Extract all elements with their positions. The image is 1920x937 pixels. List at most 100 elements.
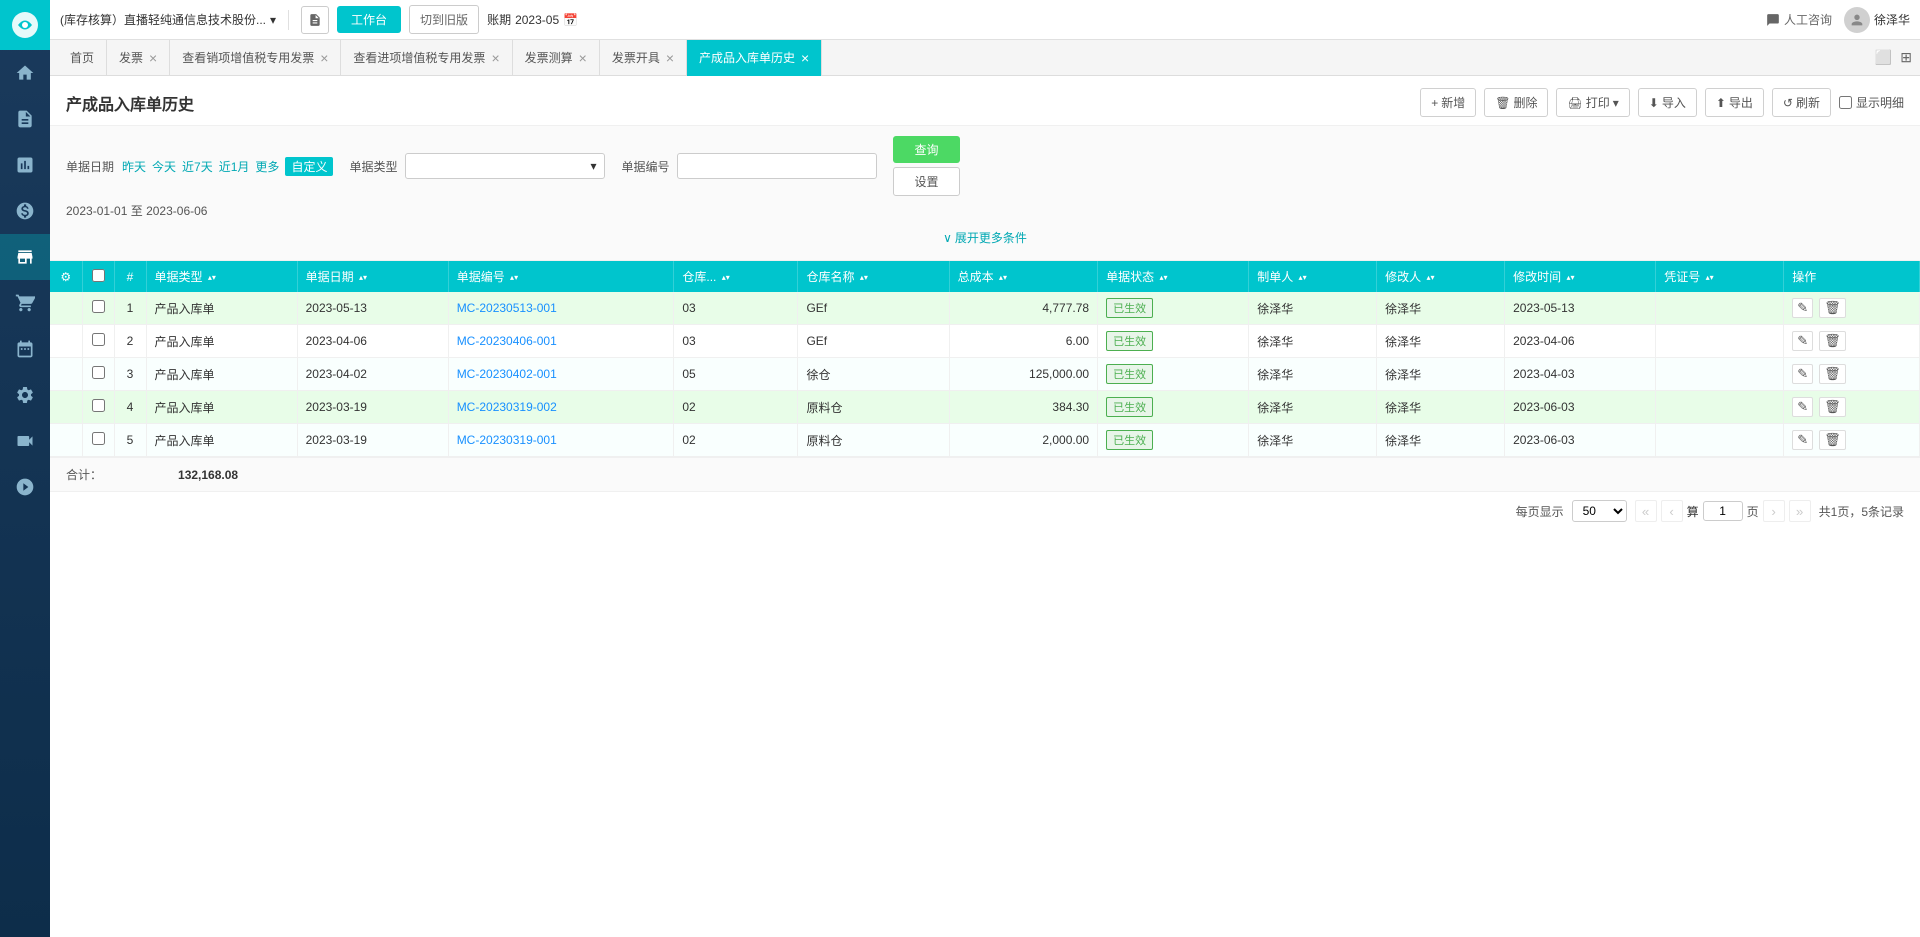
row-edit-button[interactable]: ✎ <box>1792 397 1813 417</box>
query-button[interactable]: 查询 <box>893 136 959 163</box>
sort-date-icon[interactable]: ▴▾ <box>359 274 367 282</box>
next-page-button[interactable]: › <box>1763 500 1785 522</box>
shortcut-more[interactable]: 更多 <box>255 158 279 175</box>
row-number-cell: MC-20230513-001 <box>448 292 674 325</box>
tab-product-history-close[interactable]: × <box>801 51 809 65</box>
row-delete-button[interactable]: 🗑 <box>1819 331 1846 351</box>
sidebar-item-home[interactable] <box>0 50 50 96</box>
row-checkbox[interactable] <box>92 366 105 379</box>
refresh-button[interactable]: ↺ 刷新 <box>1772 88 1831 117</box>
col-modifier: 修改人 ▴▾ <box>1377 261 1505 292</box>
tab-home[interactable]: 首页 <box>58 40 107 76</box>
tab-sales-vat[interactable]: 查看销项增值税专用发票 × <box>170 40 341 76</box>
tab-purchase-vat-close[interactable]: × <box>491 51 499 65</box>
sidebar-item-settings[interactable] <box>0 372 50 418</box>
new-button[interactable]: + 新增 <box>1420 88 1476 117</box>
sort-creator-icon[interactable]: ▴▾ <box>1299 274 1307 282</box>
user-menu[interactable]: 徐泽华 <box>1844 7 1910 33</box>
doc-button[interactable] <box>301 6 329 34</box>
sidebar-item-purchase[interactable] <box>0 280 50 326</box>
tab-invoice-close[interactable]: × <box>149 51 157 65</box>
export-button[interactable]: ⬆ 导出 <box>1705 88 1764 117</box>
number-filter-input[interactable] <box>677 153 877 179</box>
sidebar-item-analytics[interactable] <box>0 142 50 188</box>
row-wname-cell: 原料仓 <box>798 424 949 457</box>
shortcut-7days[interactable]: 近7天 <box>182 158 213 175</box>
row-type-cell: 产品入库单 <box>146 424 297 457</box>
sidebar-item-video[interactable] <box>0 418 50 464</box>
settings-icon[interactable]: ⚙ <box>60 270 71 284</box>
sidebar-item-reports[interactable] <box>0 326 50 372</box>
tab-sales-vat-close[interactable]: × <box>320 51 328 65</box>
sort-modifier-icon[interactable]: ▴▾ <box>1427 274 1435 282</box>
sort-status-icon[interactable]: ▴▾ <box>1159 274 1167 282</box>
row-number-link[interactable]: MC-20230513-001 <box>457 301 557 315</box>
period-selector[interactable]: 账期 2023-05 📅 <box>487 11 578 28</box>
company-selector[interactable]: (库存核算）直播轻纯通信息技术股份... ▾ <box>60 11 276 28</box>
row-number-link[interactable]: MC-20230402-001 <box>457 367 557 381</box>
show-detail-input[interactable] <box>1839 96 1852 109</box>
row-number-link[interactable]: MC-20230319-002 <box>457 400 557 414</box>
workbench-button[interactable]: 工作台 <box>337 6 401 33</box>
tab-invoice-calc[interactable]: 发票测算 × <box>513 40 600 76</box>
row-wcode-cell: 02 <box>674 391 798 424</box>
sort-wcode-icon[interactable]: ▴▾ <box>722 274 730 282</box>
row-number-link[interactable]: MC-20230406-001 <box>457 334 557 348</box>
tab-restore-icon[interactable]: ⬜ <box>1875 49 1892 66</box>
print-button[interactable]: 🖨 打印 ▾ <box>1556 88 1629 117</box>
sidebar-item-version[interactable] <box>0 464 50 510</box>
row-delete-button[interactable]: 🗑 <box>1819 364 1846 384</box>
delete-button[interactable]: 🗑 删除 <box>1484 88 1548 117</box>
sidebar-item-inventory[interactable] <box>0 234 50 280</box>
row-delete-button[interactable]: 🗑 <box>1819 298 1846 318</box>
sort-wname-icon[interactable]: ▴▾ <box>860 274 868 282</box>
sort-mtime-icon[interactable]: ▴▾ <box>1566 274 1574 282</box>
tab-invoice[interactable]: 发票 × <box>107 40 170 76</box>
type-filter-select[interactable]: ▾ <box>405 153 605 179</box>
expand-conditions-button[interactable]: ∨ 展开更多条件 <box>943 229 1027 246</box>
sidebar-item-docs[interactable] <box>0 96 50 142</box>
row-edit-button[interactable]: ✎ <box>1792 364 1813 384</box>
import-button[interactable]: ⬇ 导入 <box>1638 88 1697 117</box>
row-checkbox[interactable] <box>92 300 105 313</box>
sort-number-icon[interactable]: ▴▾ <box>510 274 518 282</box>
row-number-link[interactable]: MC-20230319-001 <box>457 433 557 447</box>
shortcut-today[interactable]: 今天 <box>152 158 176 175</box>
help-button[interactable]: 人工咨询 <box>1766 11 1832 28</box>
last-page-button[interactable]: » <box>1789 500 1811 522</box>
sort-voucher-icon[interactable]: ▴▾ <box>1706 274 1714 282</box>
first-page-button[interactable]: « <box>1635 500 1657 522</box>
row-delete-button[interactable]: 🗑 <box>1819 430 1846 450</box>
row-edit-button[interactable]: ✎ <box>1792 331 1813 351</box>
row-check-cell <box>82 358 114 391</box>
row-checkbox[interactable] <box>92 333 105 346</box>
tab-invoice-open[interactable]: 发票开具 × <box>600 40 687 76</box>
sidebar-item-finance[interactable] <box>0 188 50 234</box>
select-all-checkbox[interactable] <box>92 269 105 282</box>
row-edit-button[interactable]: ✎ <box>1792 298 1813 318</box>
shortcut-yesterday[interactable]: 昨天 <box>122 158 146 175</box>
show-detail-checkbox[interactable]: 显示明细 <box>1839 94 1904 111</box>
oldver-button[interactable]: 切到旧版 <box>409 5 479 34</box>
tab-invoice-open-close[interactable]: × <box>666 51 674 65</box>
tab-invoice-calc-close[interactable]: × <box>579 51 587 65</box>
sort-type-icon[interactable]: ▴▾ <box>208 274 216 282</box>
page-size-select[interactable]: 50 20 100 <box>1572 500 1627 522</box>
shortcut-1month[interactable]: 近1月 <box>219 158 250 175</box>
row-delete-button[interactable]: 🗑 <box>1819 397 1846 417</box>
set-button[interactable]: 设置 <box>893 167 959 196</box>
row-cost-cell: 4,777.78 <box>949 292 1098 325</box>
row-edit-button[interactable]: ✎ <box>1792 430 1813 450</box>
tab-purchase-vat[interactable]: 查看进项增值税专用发票 × <box>341 40 512 76</box>
shortcut-custom[interactable]: 自定义 <box>285 157 333 176</box>
row-checkbox[interactable] <box>92 399 105 412</box>
tab-product-history[interactable]: 产成品入库单历史 × <box>687 40 822 76</box>
row-checkbox[interactable] <box>92 432 105 445</box>
prev-page-button[interactable]: ‹ <box>1661 500 1683 522</box>
col-settings[interactable]: ⚙ <box>50 261 82 292</box>
sort-cost-icon[interactable]: ▴▾ <box>999 274 1007 282</box>
app-logo[interactable] <box>0 0 50 50</box>
tab-maximize-icon[interactable]: ⊞ <box>1900 49 1912 66</box>
row-check-cell <box>82 391 114 424</box>
page-number-input[interactable] <box>1703 501 1743 521</box>
